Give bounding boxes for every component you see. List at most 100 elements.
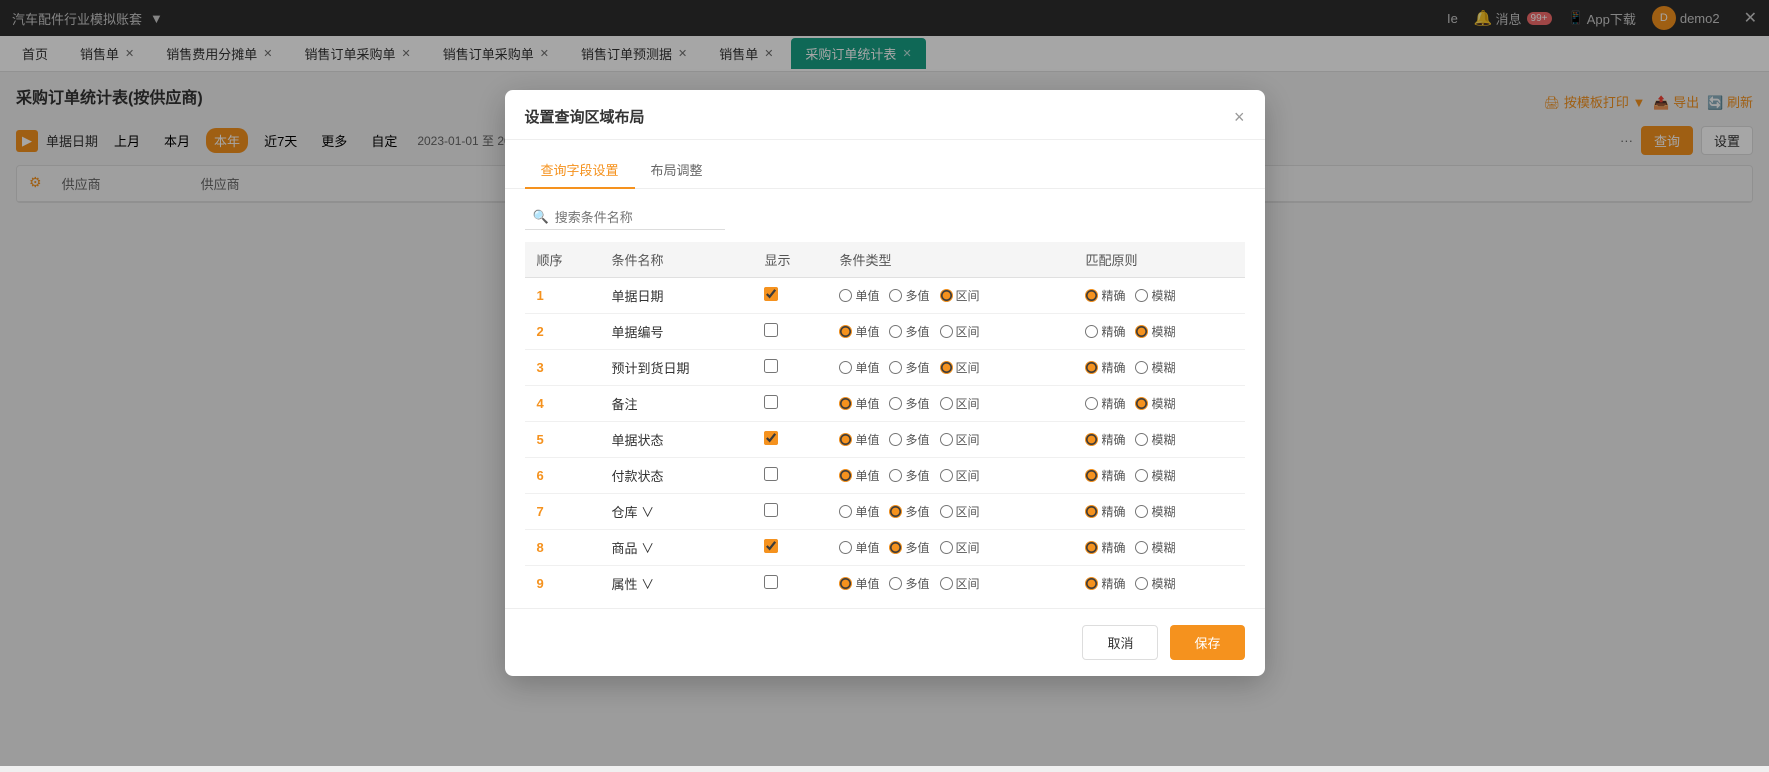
row-match-cell[interactable]: 精确模糊 <box>1073 494 1244 530</box>
type-radio[interactable] <box>889 289 902 302</box>
type-radio[interactable] <box>839 397 852 410</box>
type-radio-label[interactable]: 区间 <box>940 431 980 448</box>
match-radio-label[interactable]: 精确 <box>1085 503 1125 520</box>
row-match-cell[interactable]: 精确模糊 <box>1073 566 1244 593</box>
match-radio[interactable] <box>1135 577 1148 590</box>
display-checkbox[interactable] <box>764 431 778 445</box>
dialog-tab-layout[interactable]: 布局调整 <box>635 152 719 189</box>
row-display-cell[interactable] <box>752 350 827 386</box>
type-radio[interactable] <box>940 433 953 446</box>
type-radio[interactable] <box>889 469 902 482</box>
row-display-cell[interactable] <box>752 566 827 593</box>
type-radio[interactable] <box>889 433 902 446</box>
type-radio[interactable] <box>839 433 852 446</box>
type-radio-label[interactable]: 多值 <box>889 323 929 340</box>
row-type-cell[interactable]: 单值多值区间 <box>827 422 1073 458</box>
type-radio[interactable] <box>889 325 902 338</box>
type-radio[interactable] <box>889 541 902 554</box>
row-type-cell[interactable]: 单值多值区间 <box>827 386 1073 422</box>
row-type-cell[interactable]: 单值多值区间 <box>827 566 1073 593</box>
type-radio[interactable] <box>839 505 852 518</box>
match-radio-label[interactable]: 精确 <box>1085 575 1125 592</box>
cancel-button[interactable]: 取消 <box>1082 625 1158 660</box>
type-radio[interactable] <box>839 541 852 554</box>
type-radio[interactable] <box>839 577 852 590</box>
type-radio-label[interactable]: 多值 <box>889 575 929 592</box>
row-match-cell[interactable]: 精确模糊 <box>1073 350 1244 386</box>
type-radio-label[interactable]: 区间 <box>940 359 980 376</box>
type-radio[interactable] <box>889 397 902 410</box>
type-radio[interactable] <box>889 577 902 590</box>
match-radio[interactable] <box>1135 325 1148 338</box>
match-radio-label[interactable]: 模糊 <box>1135 287 1175 304</box>
type-radio[interactable] <box>940 325 953 338</box>
type-radio[interactable] <box>839 289 852 302</box>
type-radio-label[interactable]: 多值 <box>889 359 929 376</box>
type-radio-label[interactable]: 区间 <box>940 539 980 556</box>
type-radio-label[interactable]: 单值 <box>839 395 879 412</box>
type-radio[interactable] <box>839 325 852 338</box>
match-radio-label[interactable]: 模糊 <box>1135 395 1175 412</box>
type-radio-label[interactable]: 多值 <box>889 287 929 304</box>
row-type-cell[interactable]: 单值多值区间 <box>827 494 1073 530</box>
row-type-cell[interactable]: 单值多值区间 <box>827 530 1073 566</box>
row-display-cell[interactable] <box>752 458 827 494</box>
match-radio[interactable] <box>1085 433 1098 446</box>
row-type-cell[interactable]: 单值多值区间 <box>827 458 1073 494</box>
row-match-cell[interactable]: 精确模糊 <box>1073 530 1244 566</box>
type-radio-label[interactable]: 区间 <box>940 575 980 592</box>
type-radio-label[interactable]: 单值 <box>839 431 879 448</box>
match-radio[interactable] <box>1135 505 1148 518</box>
type-radio-label[interactable]: 单值 <box>839 287 879 304</box>
row-type-cell[interactable]: 单值多值区间 <box>827 350 1073 386</box>
match-radio[interactable] <box>1135 361 1148 374</box>
display-checkbox[interactable] <box>764 287 778 301</box>
display-checkbox[interactable] <box>764 575 778 589</box>
dialog-tab-query-fields[interactable]: 查询字段设置 <box>525 152 635 189</box>
type-radio[interactable] <box>889 505 902 518</box>
match-radio[interactable] <box>1135 469 1148 482</box>
match-radio-label[interactable]: 精确 <box>1085 359 1125 376</box>
display-checkbox[interactable] <box>764 467 778 481</box>
type-radio-label[interactable]: 区间 <box>940 467 980 484</box>
match-radio[interactable] <box>1085 361 1098 374</box>
type-radio-label[interactable]: 单值 <box>839 359 879 376</box>
display-checkbox[interactable] <box>764 359 778 373</box>
match-radio-label[interactable]: 精确 <box>1085 467 1125 484</box>
match-radio[interactable] <box>1085 541 1098 554</box>
match-radio[interactable] <box>1135 289 1148 302</box>
type-radio-label[interactable]: 多值 <box>889 467 929 484</box>
match-radio-label[interactable]: 精确 <box>1085 323 1125 340</box>
type-radio-label[interactable]: 多值 <box>889 395 929 412</box>
display-checkbox[interactable] <box>764 539 778 553</box>
type-radio-label[interactable]: 多值 <box>889 503 929 520</box>
match-radio-label[interactable]: 精确 <box>1085 431 1125 448</box>
match-radio-label[interactable]: 模糊 <box>1135 503 1175 520</box>
type-radio-label[interactable]: 区间 <box>940 503 980 520</box>
search-input[interactable] <box>555 210 731 225</box>
type-radio[interactable] <box>889 361 902 374</box>
display-checkbox[interactable] <box>764 503 778 517</box>
match-radio[interactable] <box>1085 397 1098 410</box>
match-radio[interactable] <box>1135 397 1148 410</box>
display-checkbox[interactable] <box>764 323 778 337</box>
row-match-cell[interactable]: 精确模糊 <box>1073 314 1244 350</box>
type-radio-label[interactable]: 单值 <box>839 323 879 340</box>
row-display-cell[interactable] <box>752 530 827 566</box>
match-radio[interactable] <box>1135 541 1148 554</box>
match-radio-label[interactable]: 精确 <box>1085 539 1125 556</box>
row-display-cell[interactable] <box>752 314 827 350</box>
save-button[interactable]: 保存 <box>1170 625 1244 660</box>
match-radio[interactable] <box>1135 433 1148 446</box>
type-radio-label[interactable]: 单值 <box>839 575 879 592</box>
match-radio-label[interactable]: 模糊 <box>1135 359 1175 376</box>
row-display-cell[interactable] <box>752 422 827 458</box>
config-table-scroll[interactable]: 顺序 条件名称 显示 条件类型 匹配原则 1单据日期单值多值区间精确模糊2单据编… <box>525 242 1245 592</box>
match-radio[interactable] <box>1085 469 1098 482</box>
type-radio-label[interactable]: 单值 <box>839 539 879 556</box>
row-display-cell[interactable] <box>752 278 827 314</box>
match-radio[interactable] <box>1085 289 1098 302</box>
type-radio[interactable] <box>940 361 953 374</box>
type-radio-label[interactable]: 区间 <box>940 395 980 412</box>
type-radio[interactable] <box>940 397 953 410</box>
